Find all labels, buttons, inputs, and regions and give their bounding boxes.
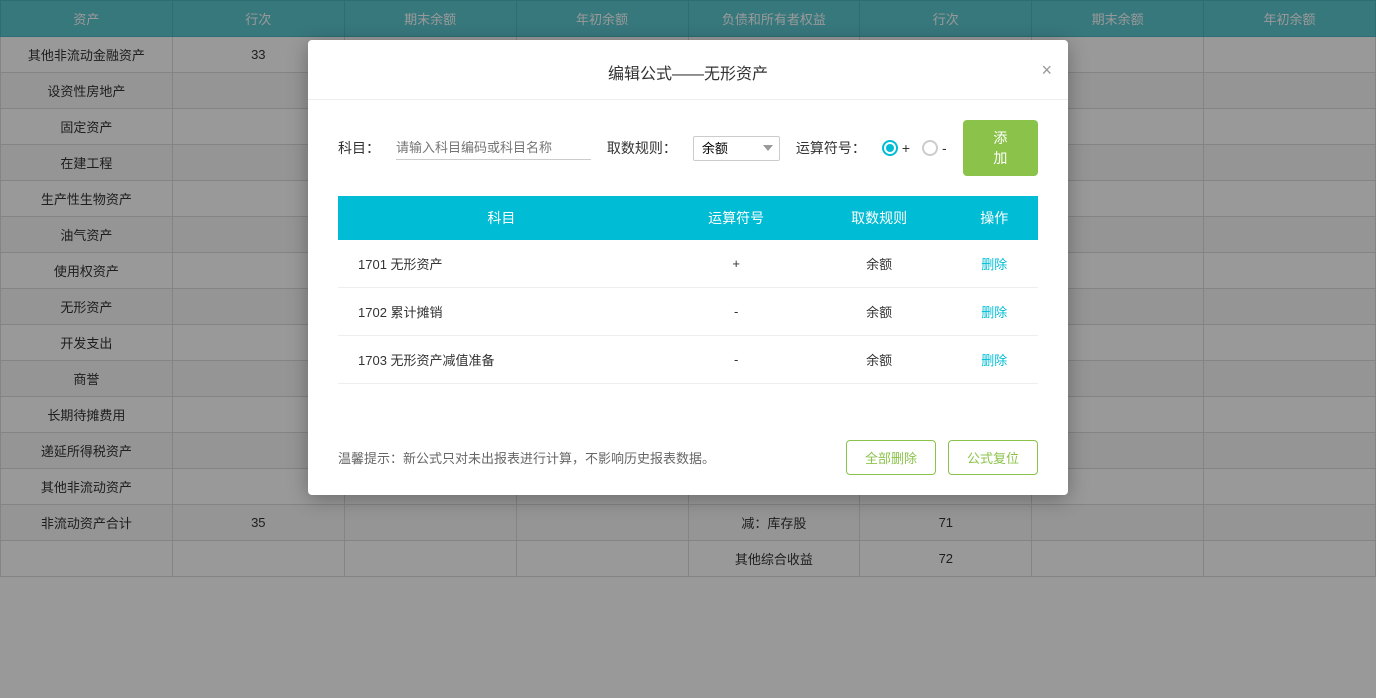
- operator-radio-group: + -: [882, 140, 947, 156]
- operator-plus-label: +: [902, 140, 910, 156]
- table-col-rule: 取数规则: [808, 196, 951, 240]
- formula-cell-operator: -: [665, 288, 808, 336]
- modal-close-button[interactable]: ×: [1041, 61, 1052, 79]
- delete-all-button[interactable]: 全部删除: [846, 440, 936, 475]
- formula-cell-subject: 1702 累计摊销: [338, 288, 665, 336]
- rule-select[interactable]: 余额 借方 贷方 借方累计 贷方累计: [693, 136, 780, 161]
- footer-tip: 温馨提示：新公式只对未出报表进行计算，不影响历史报表数据。: [338, 448, 715, 467]
- formula-table-row: 1702 累计摊销 - 余额 删除: [338, 288, 1038, 336]
- formula-table-row: 1703 无形资产减值准备 - 余额 删除: [338, 336, 1038, 384]
- edit-formula-modal: 编辑公式——无形资产 × 科目： 取数规则： 余额 借方 贷方 借方累计 贷方累…: [308, 40, 1068, 495]
- rule-label: 取数规则：: [607, 138, 677, 158]
- formula-cell-subject: 1703 无形资产减值准备: [338, 336, 665, 384]
- delete-row-button[interactable]: 删除: [981, 302, 1007, 321]
- formula-table-row: 1701 无形资产 + 余额 删除: [338, 240, 1038, 288]
- footer-buttons: 全部删除 公式复位: [846, 440, 1038, 475]
- formula-cell-rule: 余额: [808, 336, 951, 384]
- formula-cell-rule: 余额: [808, 288, 951, 336]
- modal-body: 科目： 取数规则： 余额 借方 贷方 借方累计 贷方累计 运算符号：: [308, 100, 1068, 424]
- modal-overlay: 编辑公式——无形资产 × 科目： 取数规则： 余额 借方 贷方 借方累计 贷方累…: [0, 0, 1376, 698]
- table-col-operator: 运算符号: [665, 196, 808, 240]
- formula-cell-action: 删除: [951, 336, 1038, 384]
- formula-table: 科目 运算符号 取数规则 操作 1701 无形资产 + 余额 删除 1702 累…: [338, 196, 1038, 384]
- add-button[interactable]: 添加: [963, 120, 1038, 176]
- formula-cell-action: 删除: [951, 288, 1038, 336]
- formula-cell-action: 删除: [951, 240, 1038, 288]
- formula-cell-rule: 余额: [808, 240, 951, 288]
- formula-form-row: 科目： 取数规则： 余额 借方 贷方 借方累计 贷方累计 运算符号：: [338, 120, 1038, 176]
- rule-select-wrapper: 余额 借方 贷方 借方累计 贷方累计: [693, 136, 780, 161]
- modal-footer: 温馨提示：新公式只对未出报表进行计算，不影响历史报表数据。 全部删除 公式复位: [308, 424, 1068, 495]
- table-col-subject: 科目: [338, 196, 665, 240]
- operator-minus-label: -: [942, 140, 947, 156]
- operator-plus-circle: [882, 140, 898, 156]
- table-col-action: 操作: [951, 196, 1038, 240]
- operator-minus-circle: [922, 140, 938, 156]
- operator-label: 运算符号：: [796, 138, 866, 158]
- formula-cell-operator: +: [665, 240, 808, 288]
- formula-cell-subject: 1701 无形资产: [338, 240, 665, 288]
- subject-input[interactable]: [396, 136, 591, 160]
- delete-row-button[interactable]: 删除: [981, 254, 1007, 273]
- operator-plus-radio[interactable]: +: [882, 140, 910, 156]
- modal-title: 编辑公式——无形资产: [608, 66, 768, 83]
- modal-header: 编辑公式——无形资产 ×: [308, 40, 1068, 100]
- delete-row-button[interactable]: 删除: [981, 350, 1007, 369]
- reset-formula-button[interactable]: 公式复位: [948, 440, 1038, 475]
- operator-minus-radio[interactable]: -: [922, 140, 947, 156]
- subject-label: 科目：: [338, 138, 380, 158]
- formula-cell-operator: -: [665, 336, 808, 384]
